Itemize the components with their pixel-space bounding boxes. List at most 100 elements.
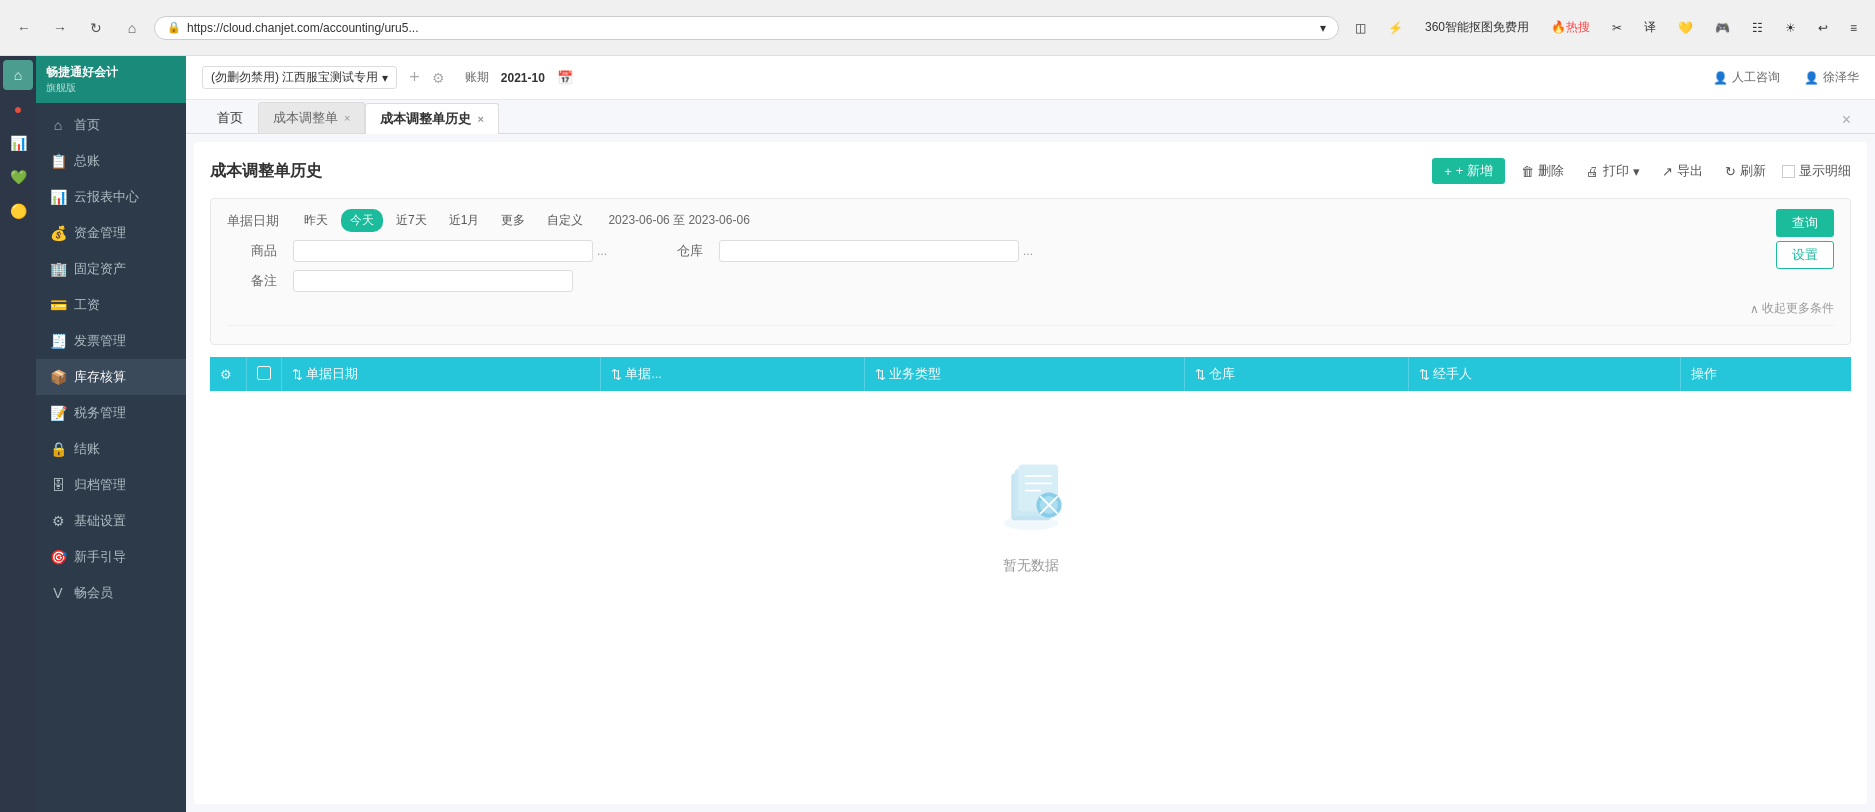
th-warehouse-sortable[interactable]: ⇅ 仓库	[1195, 365, 1398, 383]
th-date-sortable[interactable]: ⇅ 单据日期	[292, 365, 591, 383]
icon-bar-item-home[interactable]: ⌂	[3, 60, 33, 90]
print-button[interactable]: 🖨 打印 ▾	[1580, 159, 1646, 183]
th-date[interactable]: ⇅ 单据日期	[281, 357, 601, 391]
add-button[interactable]: + + 新增	[1432, 158, 1505, 184]
address-bar[interactable]: 🔒 https://cloud.chanjet.com/accounting/u…	[154, 16, 1339, 40]
url-text: https://cloud.chanjet.com/accounting/uru…	[187, 21, 1314, 35]
th-handler-sortable[interactable]: ⇅ 经手人	[1419, 365, 1670, 383]
calendar-icon[interactable]: 📅	[557, 70, 573, 85]
service-button[interactable]: 👤 人工咨询	[1713, 69, 1780, 86]
tab-cost-adjust[interactable]: 成本调整单 ×	[258, 102, 365, 133]
product-dots-icon[interactable]: ...	[597, 244, 607, 258]
period-label: 账期	[465, 69, 489, 86]
delete-label: 删除	[1538, 162, 1564, 180]
add-period-btn[interactable]: +	[409, 67, 420, 88]
th-type[interactable]: ⇅ 业务类型	[865, 357, 1185, 391]
warehouse-dots-icon[interactable]: ...	[1023, 244, 1033, 258]
sidebar-item-salary[interactable]: 💳 工资	[36, 287, 186, 323]
company-selector[interactable]: (勿删勿禁用) 江西服宝测试专用 ▾	[202, 66, 397, 89]
lightning-button[interactable]: ⚡	[1380, 18, 1411, 38]
hot-search[interactable]: 🔥热搜	[1543, 16, 1598, 39]
undo-btn[interactable]: ↩	[1810, 18, 1836, 38]
export-button[interactable]: ↗ 导出	[1656, 159, 1709, 183]
filter-remark-input[interactable]	[293, 270, 573, 292]
query-button[interactable]: 查询	[1776, 209, 1834, 237]
extensions-button[interactable]: ◫	[1347, 18, 1374, 38]
sidebar-item-home[interactable]: ⌂ 首页	[36, 107, 186, 143]
wallet-btn[interactable]: 💛	[1670, 18, 1701, 38]
page-actions: + + 新增 🗑 删除 🖨 打印 ▾ ↗ 导出	[1432, 158, 1851, 184]
icon-bar-item-3[interactable]: 📊	[3, 128, 33, 158]
search-360[interactable]: 360智能抠图免费用	[1417, 16, 1537, 39]
scissor-btn[interactable]: ✂	[1604, 18, 1630, 38]
date-btn-more[interactable]: 更多	[492, 209, 534, 232]
delete-button[interactable]: 🗑 删除	[1515, 159, 1570, 183]
tab-cost-adjust-close-icon[interactable]: ×	[344, 112, 350, 124]
filter-product-input[interactable]	[293, 240, 593, 262]
date-btn-today[interactable]: 今天	[341, 209, 383, 232]
settings-period-icon[interactable]: ⚙	[432, 70, 445, 86]
translate-btn[interactable]: 译	[1636, 16, 1664, 39]
empty-state: 暂无数据	[210, 391, 1851, 635]
th-settings[interactable]: ⚙	[210, 357, 246, 391]
sidebar-item-base-settings[interactable]: ⚙ 基础设置	[36, 503, 186, 539]
collapse-button[interactable]: ∧ 收起更多条件	[1750, 300, 1834, 317]
th-check[interactable]	[246, 357, 281, 391]
app-wrapper: ⌂ ● 📊 💚 🟡 畅捷通好会计 旗舰版 ⌂ 首页 📋 总账 📊 云报表中心	[0, 56, 1875, 812]
filter-settings-button[interactable]: 设置	[1776, 241, 1834, 269]
menu-btn[interactable]: ≡	[1842, 18, 1865, 38]
check-all-icon[interactable]	[257, 366, 271, 380]
date-btn-1month[interactable]: 近1月	[440, 209, 489, 232]
refresh-button[interactable]: ↻ 刷新	[1719, 159, 1772, 183]
back-button[interactable]: ←	[10, 14, 38, 42]
display-toggle[interactable]: 显示明细	[1782, 162, 1851, 180]
top-bar: (勿删勿禁用) 江西服宝测试专用 ▾ + ⚙ 账期 2021-10 📅 👤 人工…	[186, 56, 1875, 100]
sidebar-item-label-funds: 资金管理	[74, 224, 126, 242]
sidebar-item-funds[interactable]: 💰 资金管理	[36, 215, 186, 251]
sidebar-item-closing[interactable]: 🔒 结账	[36, 431, 186, 467]
sidebar-item-label-archive: 归档管理	[74, 476, 126, 494]
sidebar-item-tax[interactable]: 📝 税务管理	[36, 395, 186, 431]
th-warehouse[interactable]: ⇅ 仓库	[1184, 357, 1408, 391]
tab-cost-adjust-history[interactable]: 成本调整单历史 ×	[365, 103, 498, 134]
date-btn-custom[interactable]: 自定义	[538, 209, 592, 232]
sidebar-item-fixed-assets[interactable]: 🏢 固定资产	[36, 251, 186, 287]
sidebar-item-label-reports: 云报表中心	[74, 188, 139, 206]
export-label: 导出	[1677, 162, 1703, 180]
sidebar-item-vip[interactable]: V 畅会员	[36, 575, 186, 611]
icon-bar-item-2[interactable]: ●	[3, 94, 33, 124]
filter-date-btns: 昨天 今天 近7天 近1月 更多 自定义	[295, 209, 592, 232]
date-btn-yesterday[interactable]: 昨天	[295, 209, 337, 232]
display-checkbox[interactable]	[1782, 165, 1795, 178]
sidebar-item-inventory[interactable]: 📦 库存核算	[36, 359, 186, 395]
theme-btn[interactable]: ☀	[1777, 18, 1804, 38]
sidebar-item-guide[interactable]: 🎯 新手引导	[36, 539, 186, 575]
sidebar-item-reports[interactable]: 📊 云报表中心	[36, 179, 186, 215]
user-menu[interactable]: 👤 徐泽华	[1804, 69, 1859, 86]
forward-button[interactable]: →	[46, 14, 74, 42]
filter-warehouse-input[interactable]	[719, 240, 1019, 262]
th-date-label: 单据日期	[306, 365, 358, 383]
add-label: + 新增	[1456, 162, 1493, 180]
refresh-button[interactable]: ↻	[82, 14, 110, 42]
th-handler[interactable]: ⇅ 经手人	[1408, 357, 1680, 391]
sidebar-item-ledger[interactable]: 📋 总账	[36, 143, 186, 179]
th-handler-sort-icon: ⇅	[1419, 367, 1430, 382]
tab-cost-adjust-history-close-icon[interactable]: ×	[477, 113, 483, 125]
th-type-sortable[interactable]: ⇅ 业务类型	[875, 365, 1174, 383]
icon-bar-item-5[interactable]: 🟡	[3, 196, 33, 226]
filter-row-date: 单据日期 昨天 今天 近7天 近1月 更多 自定义 2023-06-06 至 2…	[227, 209, 1760, 232]
empty-state-row: 暂无数据	[210, 391, 1851, 635]
window-close-btn[interactable]: ×	[1834, 107, 1859, 133]
sidebar-item-invoice[interactable]: 🧾 发票管理	[36, 323, 186, 359]
sidebar-item-archive[interactable]: 🗄 归档管理	[36, 467, 186, 503]
sidebar-item-label-tax: 税务管理	[74, 404, 126, 422]
grid-btn[interactable]: ☷	[1744, 18, 1771, 38]
icon-bar-item-4[interactable]: 💚	[3, 162, 33, 192]
game-btn[interactable]: 🎮	[1707, 18, 1738, 38]
date-btn-7days[interactable]: 近7天	[387, 209, 436, 232]
th-number-sortable[interactable]: ⇅ 单据...	[611, 365, 854, 383]
th-number[interactable]: ⇅ 单据...	[601, 357, 865, 391]
tab-home[interactable]: 首页	[202, 102, 258, 133]
home-button[interactable]: ⌂	[118, 14, 146, 42]
